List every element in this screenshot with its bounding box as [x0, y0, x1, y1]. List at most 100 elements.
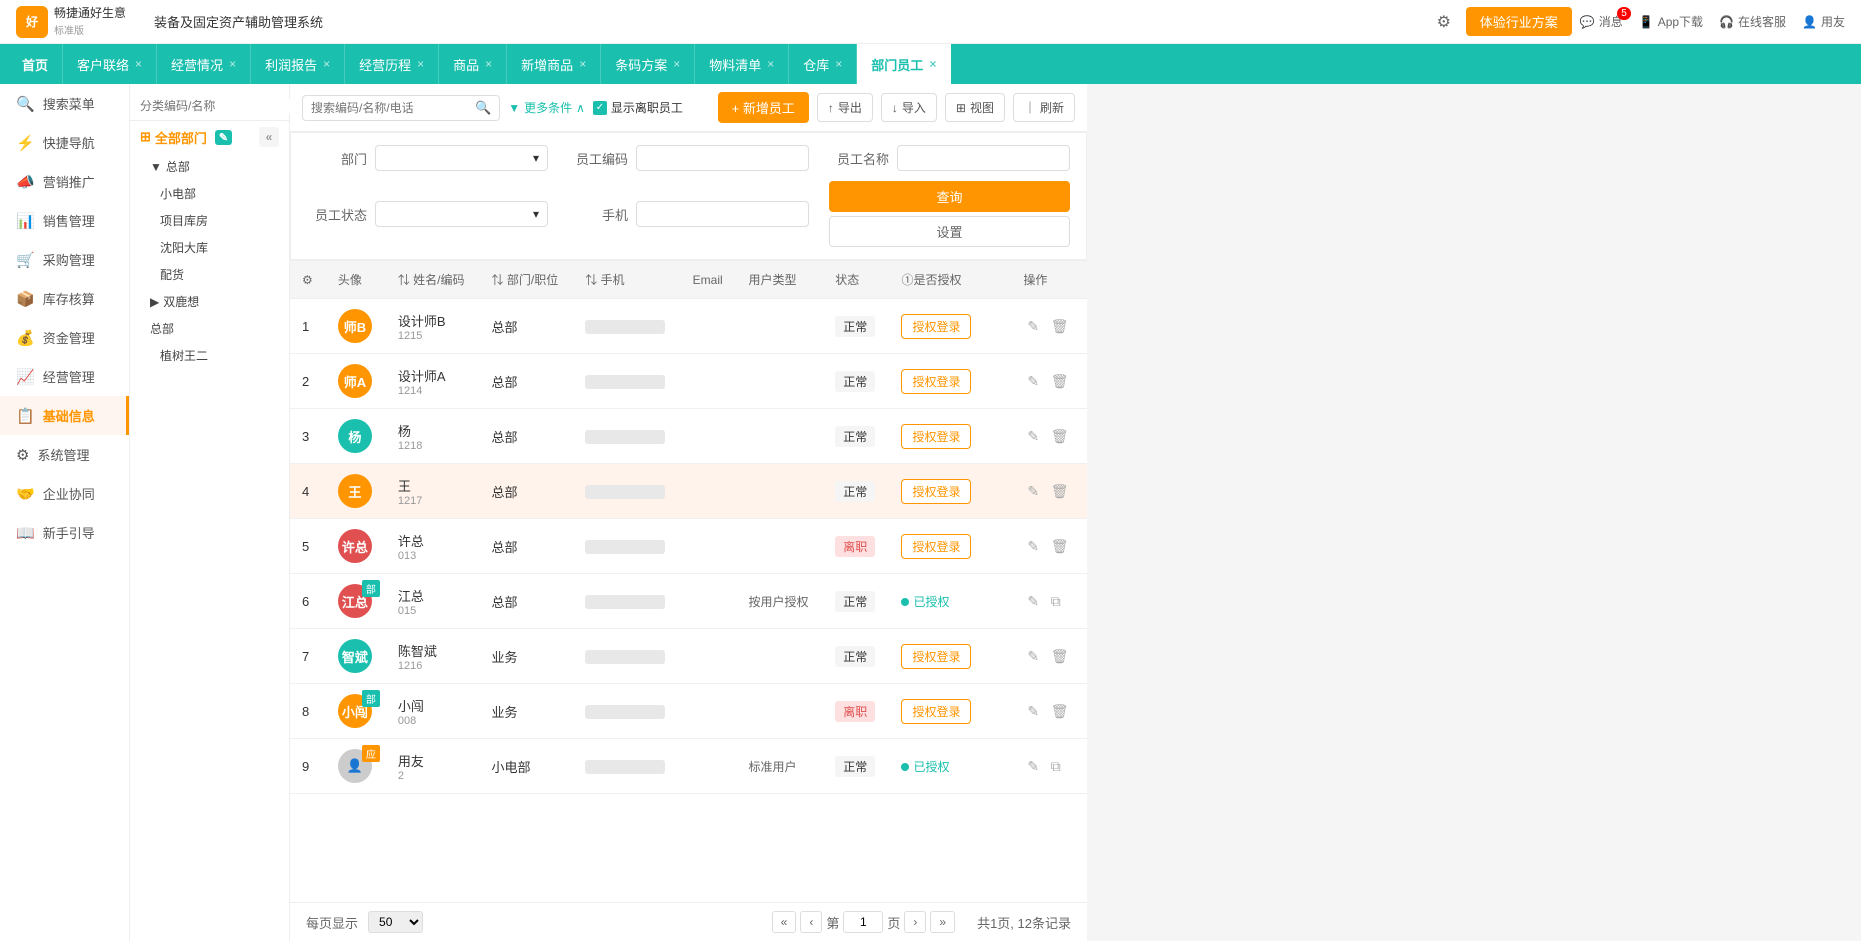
first-page-button[interactable]: «: [772, 911, 797, 933]
close-icon[interactable]: ×: [323, 57, 330, 71]
auth-login-button[interactable]: 授权登录: [901, 424, 971, 449]
try-industry-button[interactable]: 体验行业方案: [1466, 7, 1572, 36]
dept-node-zongbu[interactable]: 总部: [130, 315, 289, 342]
sidebar-item-search[interactable]: 🔍 搜索菜单: [0, 84, 129, 123]
edit-button[interactable]: ✎: [1023, 316, 1043, 337]
delete-button[interactable]: 🗑: [1047, 646, 1073, 667]
col-phone[interactable]: ⇅ 手机: [573, 261, 680, 299]
more-filter-button[interactable]: ▼ 更多条件 ∧: [508, 99, 585, 116]
phone-input[interactable]: [636, 201, 809, 227]
sidebar-item-finance[interactable]: 💰 资金管理: [0, 318, 129, 357]
delete-button[interactable]: 🗑: [1047, 701, 1073, 722]
set-button[interactable]: 设置: [829, 216, 1070, 247]
tab-barcode[interactable]: 条码方案 ×: [601, 44, 695, 84]
sidebar-item-marketing[interactable]: 📣 营销推广: [0, 162, 129, 201]
sidebar-item-purchase[interactable]: 🛒 采购管理: [0, 240, 129, 279]
last-page-button[interactable]: »: [930, 911, 955, 933]
delete-button[interactable]: 🗑: [1047, 316, 1073, 337]
copy-button[interactable]: ⧉: [1047, 756, 1065, 777]
tab-goods[interactable]: 商品 ×: [439, 44, 507, 84]
delete-button[interactable]: 🗑: [1047, 536, 1073, 557]
sidebar-item-system[interactable]: ⚙ 系统管理: [0, 435, 129, 474]
auth-login-button[interactable]: 授权登录: [901, 369, 971, 394]
add-employee-button[interactable]: + 新增员工: [718, 92, 809, 123]
col-dept-pos[interactable]: ⇅ 部门/职位: [480, 261, 574, 299]
auth-login-button[interactable]: 授权登录: [901, 534, 971, 559]
show-resigned-checkbox[interactable]: ✓ 显示离职员工: [593, 99, 683, 116]
sidebar-item-sales[interactable]: 📊 销售管理: [0, 201, 129, 240]
edit-button[interactable]: ✎: [1023, 371, 1043, 392]
per-page-select[interactable]: 50 20 100: [368, 911, 423, 933]
delete-button[interactable]: 🗑: [1047, 426, 1073, 447]
edit-button[interactable]: ✎: [1023, 701, 1043, 722]
query-button[interactable]: 查询: [829, 181, 1070, 212]
collapse-button[interactable]: «: [259, 127, 279, 147]
message-button[interactable]: 💬 消息 5: [1580, 13, 1623, 30]
emp-code-input[interactable]: [636, 145, 809, 171]
sidebar-item-mgmt[interactable]: 📈 经营管理: [0, 357, 129, 396]
auth-login-button[interactable]: 授权登录: [901, 699, 971, 724]
refresh-button[interactable]: ｜ 刷新: [1013, 93, 1075, 122]
edit-button[interactable]: ✎: [1023, 591, 1043, 612]
auth-login-button[interactable]: 授权登录: [901, 479, 971, 504]
close-icon[interactable]: ×: [579, 57, 586, 71]
prev-page-button[interactable]: ‹: [800, 911, 822, 933]
dept-node-xiaodianbu[interactable]: 小电部: [130, 180, 289, 207]
page-number-input[interactable]: [843, 911, 883, 933]
edit-button[interactable]: ✎: [1023, 536, 1043, 557]
tab-history[interactable]: 经营历程 ×: [345, 44, 439, 84]
close-icon[interactable]: ×: [929, 57, 936, 71]
tab-bom[interactable]: 物料清单 ×: [695, 44, 789, 84]
tab-new-goods[interactable]: 新增商品 ×: [507, 44, 601, 84]
col-name-code[interactable]: ⇅ 姓名/编码: [386, 261, 480, 299]
close-icon[interactable]: ×: [835, 57, 842, 71]
tab-warehouse[interactable]: 仓库 ×: [789, 44, 857, 84]
delete-button[interactable]: 🗑: [1047, 481, 1073, 502]
emp-name-input[interactable]: [897, 145, 1070, 171]
app-download-button[interactable]: 📱 App下载: [1639, 13, 1703, 30]
auth-login-button[interactable]: 授权登录: [901, 644, 971, 669]
edit-button[interactable]: ✎: [1023, 756, 1043, 777]
next-page-button[interactable]: ›: [904, 911, 926, 933]
tab-profit[interactable]: 利润报告 ×: [251, 44, 345, 84]
edit-button[interactable]: ✎: [1023, 481, 1043, 502]
search-icon[interactable]: 🔍: [475, 100, 491, 116]
sidebar-item-guide[interactable]: 📖 新手引导: [0, 513, 129, 552]
view-button[interactable]: ⊞ 视图: [945, 93, 1005, 122]
dept-node-peihuo[interactable]: 配货: [130, 261, 289, 288]
tab-home[interactable]: 首页: [8, 44, 63, 84]
dept-search-input[interactable]: [140, 99, 295, 113]
edit-button[interactable]: ✎: [1023, 426, 1043, 447]
tab-dept-staff[interactable]: 部门员工 ×: [857, 44, 951, 84]
edit-icon[interactable]: ✎: [215, 130, 232, 145]
dept-node-xiangmukufang[interactable]: 项目库房: [130, 207, 289, 234]
close-icon[interactable]: ×: [767, 57, 774, 71]
sidebar-item-quick[interactable]: ⚡ 快捷导航: [0, 123, 129, 162]
delete-button[interactable]: 🗑: [1047, 371, 1073, 392]
emp-status-select[interactable]: ▾: [375, 201, 548, 227]
dept-filter-select[interactable]: ▾: [375, 145, 548, 171]
sidebar-item-inventory[interactable]: 📦 库存核算: [0, 279, 129, 318]
close-icon[interactable]: ×: [135, 57, 142, 71]
dept-node-shenyangdaku[interactable]: 沈阳大库: [130, 234, 289, 261]
user-avatar-button[interactable]: 👤 用友: [1802, 13, 1845, 30]
copy-button[interactable]: ⧉: [1047, 591, 1065, 612]
search-input[interactable]: [311, 101, 471, 115]
dept-tree-header[interactable]: ⊞ 全部部门 ✎ «: [130, 121, 289, 153]
close-icon[interactable]: ×: [673, 57, 680, 71]
gear-button[interactable]: ⚙: [1430, 8, 1458, 36]
tab-customer[interactable]: 客户联络 ×: [63, 44, 157, 84]
auth-login-button[interactable]: 授权登录: [901, 314, 971, 339]
dept-node-shuangluxiang[interactable]: ▶ 双鹿想: [130, 288, 289, 315]
export-button[interactable]: ↑ 导出: [817, 93, 873, 122]
sidebar-item-basic[interactable]: 📋 基础信息: [0, 396, 129, 435]
close-icon[interactable]: ×: [229, 57, 236, 71]
dept-node-zongbu-group[interactable]: ▼ 总部: [130, 153, 289, 180]
edit-button[interactable]: ✎: [1023, 646, 1043, 667]
import-button[interactable]: ↓ 导入: [881, 93, 937, 122]
col-settings[interactable]: ⚙: [290, 261, 326, 299]
dept-node-zhishuwanger[interactable]: 植树王二: [130, 342, 289, 369]
close-icon[interactable]: ×: [485, 57, 492, 71]
sidebar-item-collab[interactable]: 🤝 企业协同: [0, 474, 129, 513]
online-service-button[interactable]: 🎧 在线客服: [1719, 13, 1786, 30]
